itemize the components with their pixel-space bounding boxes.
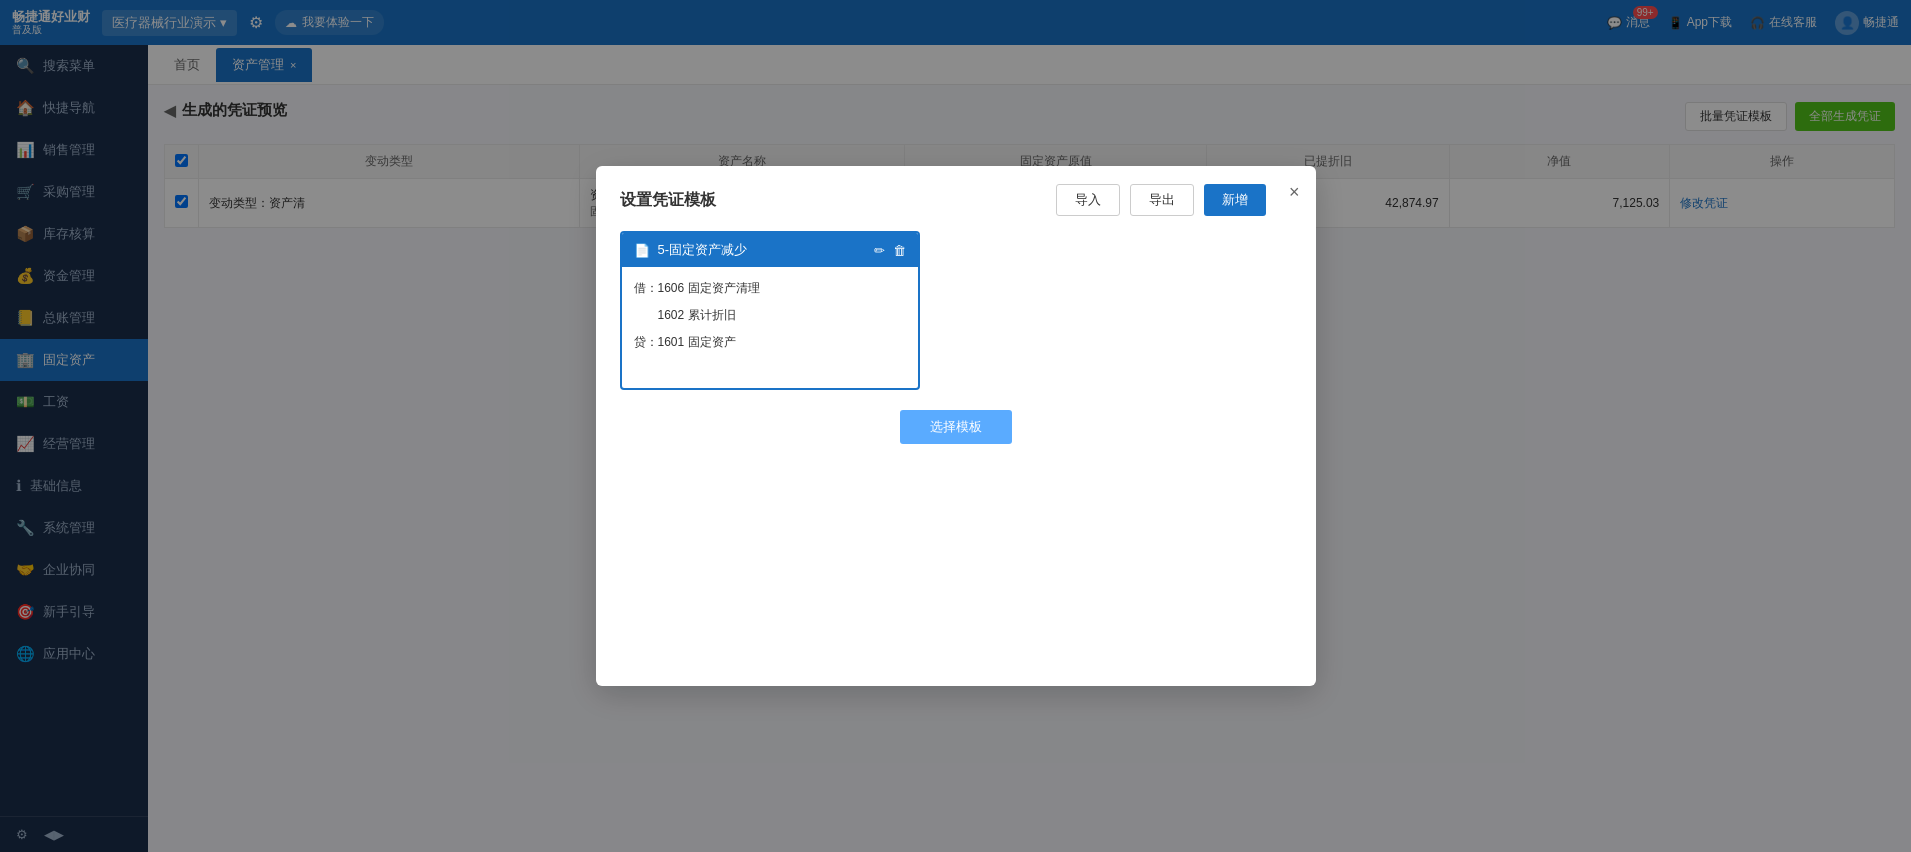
template-empty-row (622, 356, 918, 380)
dialog-close-icon[interactable]: × (1289, 182, 1300, 203)
new-template-button[interactable]: 新增 (1204, 184, 1266, 216)
set-voucher-template-dialog: 设置凭证模板 导入 导出 新增 × 📄 5-固定资产减少 ✏ 🗑 (596, 166, 1316, 686)
template-credit-row-1: 贷：1601 固定资产 (622, 329, 918, 356)
template-card-body: 借：1606 固定资产清理 1602 累计折旧 贷：1601 固定资产 (622, 267, 918, 388)
template-card-header: 📄 5-固定资产减少 ✏ 🗑 (622, 233, 918, 267)
document-icon: 📄 (634, 243, 650, 258)
dialog-action-buttons: 导入 导出 新增 (1056, 184, 1266, 216)
template-debit-row-2: 1602 累计折旧 (622, 302, 918, 329)
export-button[interactable]: 导出 (1130, 184, 1194, 216)
delete-icon[interactable]: 🗑 (893, 243, 906, 258)
template-header-left: 📄 5-固定资产减少 (634, 241, 748, 259)
import-button[interactable]: 导入 (1056, 184, 1120, 216)
template-card-action-buttons: ✏ 🗑 (874, 243, 906, 258)
template-card: 📄 5-固定资产减少 ✏ 🗑 借：1606 固定资产清理 1602 累计折旧 (620, 231, 920, 390)
edit-icon[interactable]: ✏ (874, 243, 885, 258)
select-template-button[interactable]: 选择模板 (900, 410, 1012, 444)
template-name: 5-固定资产减少 (658, 241, 748, 259)
dialog-overlay: 设置凭证模板 导入 导出 新增 × 📄 5-固定资产减少 ✏ 🗑 (0, 0, 1911, 852)
template-debit-row-1: 借：1606 固定资产清理 (622, 275, 918, 302)
